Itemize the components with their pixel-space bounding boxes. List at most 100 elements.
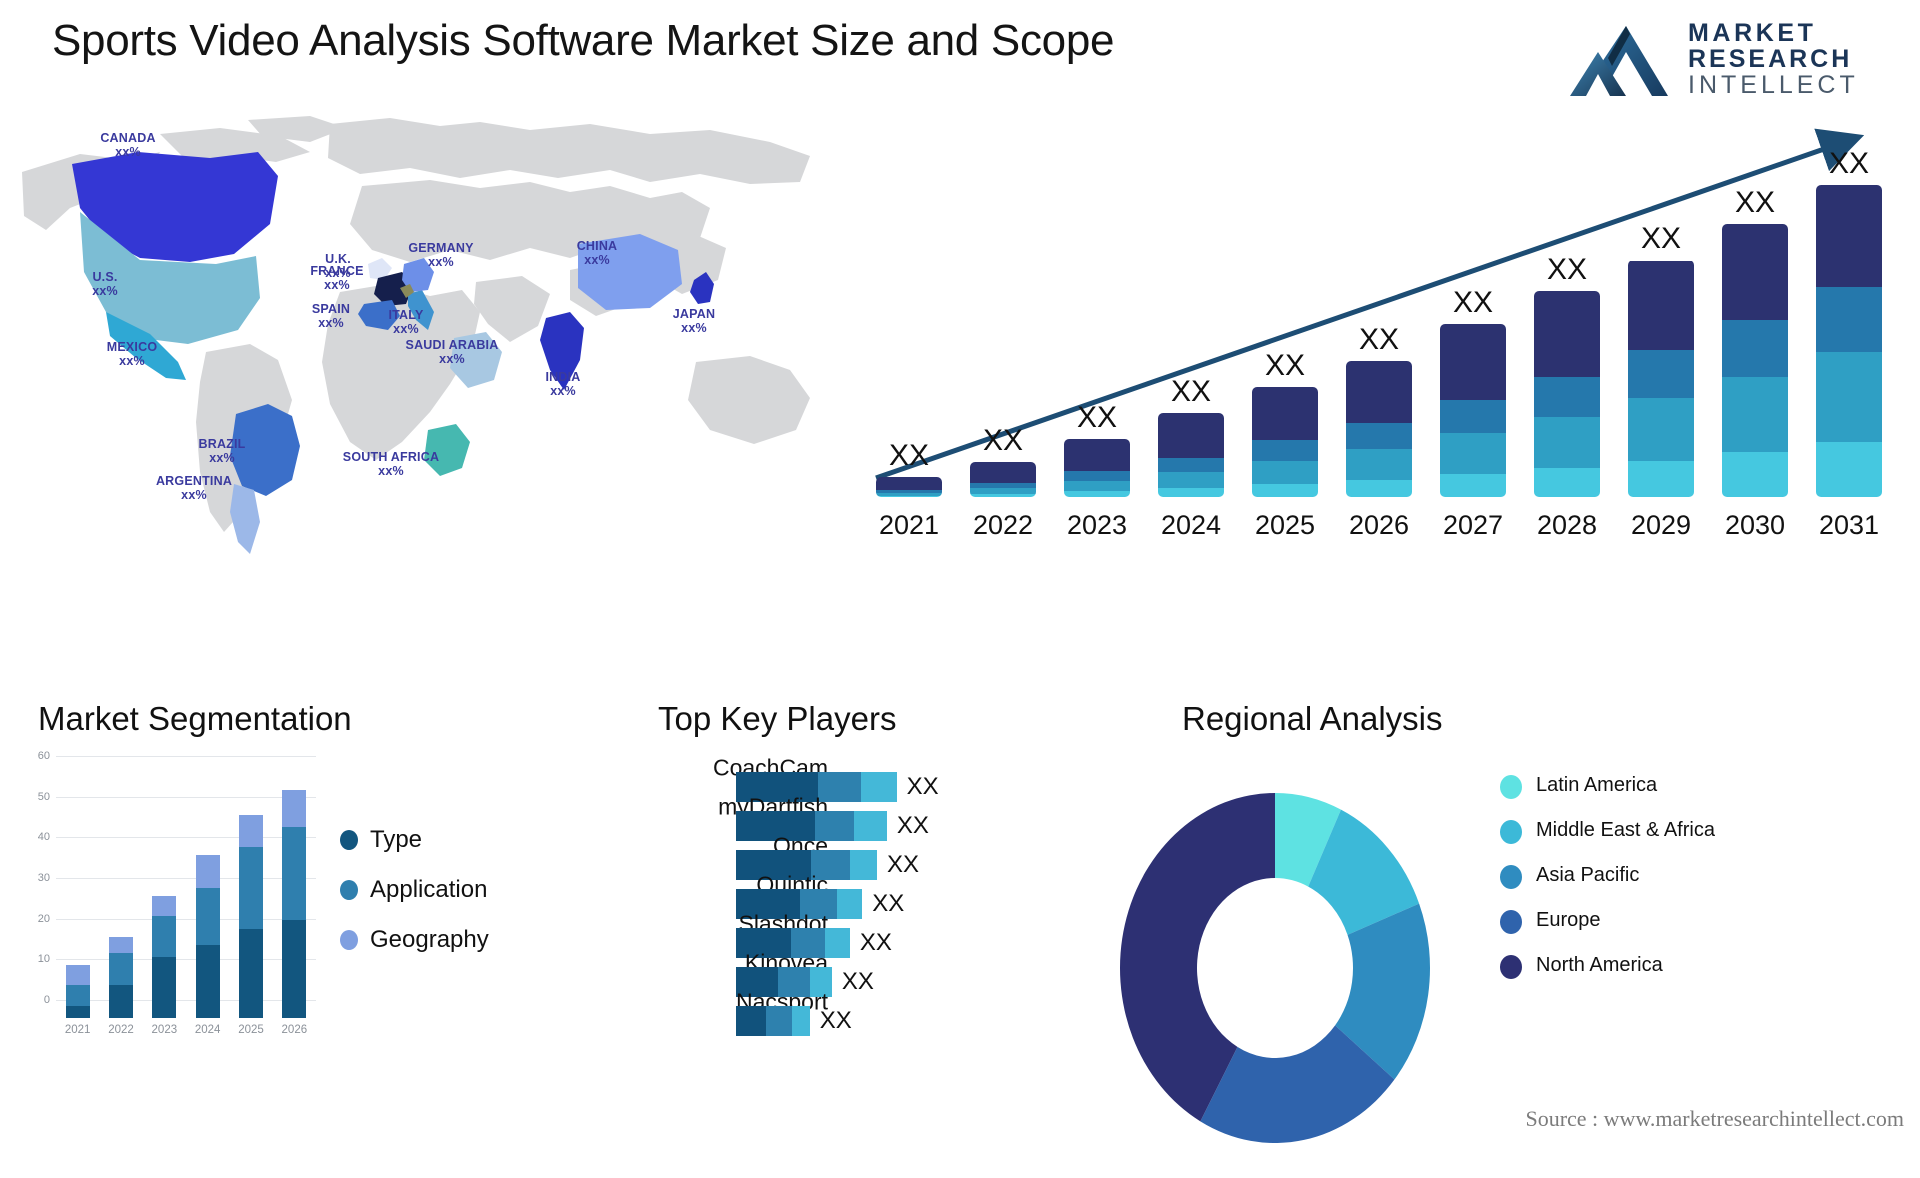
map-label-value: xx% bbox=[209, 451, 235, 465]
map-label-value: xx% bbox=[428, 255, 454, 269]
source-attribution: Source : www.marketresearchintellect.com bbox=[1525, 1106, 1904, 1131]
map-label-value: xx% bbox=[378, 464, 404, 478]
forecast-bar-segment-segment-3 bbox=[1440, 399, 1506, 434]
map-label-spain: SPAIN xx% bbox=[312, 302, 350, 330]
map-label-country: ITALY bbox=[388, 308, 424, 322]
segmentation-bar-segment-geography bbox=[195, 855, 220, 888]
map-label-country: CHINA bbox=[576, 239, 618, 253]
forecast-bar-segment-segment-4 bbox=[1158, 472, 1224, 489]
map-label-india: INDIA xx% bbox=[545, 370, 580, 398]
market-segmentation-legend: Type Application Geography bbox=[340, 826, 489, 976]
forecast-bar-segment-segment-5-light bbox=[1158, 488, 1224, 497]
map-label-germany: GERMANY xx% bbox=[408, 241, 473, 269]
legend-dot-icon bbox=[340, 930, 358, 950]
map-label-country: JAPAN bbox=[672, 307, 716, 321]
regional-legend-label: North America bbox=[1536, 954, 1663, 976]
key-player-bar-segment-seg-light bbox=[854, 811, 887, 841]
regional-analysis-title: Regional Analysis bbox=[1182, 700, 1443, 737]
map-label-value: xx% bbox=[584, 253, 610, 267]
key-player-value-label: XX bbox=[886, 851, 919, 878]
forecast-bar-segment-segment-2-dark bbox=[970, 462, 1036, 483]
forecast-bar-value-label: XX bbox=[1170, 374, 1211, 408]
legend-dot-icon bbox=[1500, 820, 1522, 844]
map-label-value: xx% bbox=[318, 316, 344, 330]
map-label-country: BRAZIL bbox=[198, 437, 246, 451]
forecast-bar-segment-segment-3 bbox=[1064, 470, 1130, 482]
market-segmentation-title: Market Segmentation bbox=[38, 700, 352, 737]
map-label-country: SPAIN bbox=[311, 302, 351, 316]
forecast-bar-value-label: XX bbox=[1076, 400, 1117, 434]
map-label-canada: CANADA xx% bbox=[100, 131, 155, 159]
segmentation-y-tick: 60 bbox=[37, 750, 50, 762]
forecast-bar-segment-segment-3 bbox=[1252, 440, 1318, 461]
regional-legend-item: Europe bbox=[1500, 909, 1715, 934]
forecast-bar-value-label: XX bbox=[1264, 348, 1305, 382]
segmentation-x-tick: 2025 bbox=[238, 1024, 264, 1036]
segmentation-gridline bbox=[56, 1000, 316, 1001]
segmentation-bar-segment-application bbox=[239, 847, 263, 929]
key-player-bar-segment-seg-dark bbox=[736, 1006, 766, 1036]
segmentation-y-tick: 30 bbox=[37, 872, 50, 884]
forecast-bar bbox=[1816, 185, 1882, 497]
segmentation-bar bbox=[239, 774, 263, 1018]
key-player-value-label: XX bbox=[859, 929, 892, 956]
forecast-bar-group: XX bbox=[1628, 185, 1694, 497]
segmentation-gridline bbox=[56, 796, 316, 798]
key-player-bar-segment-seg-light bbox=[849, 850, 877, 880]
map-label-country: GERMANY bbox=[408, 241, 474, 255]
map-label-value: xx% bbox=[181, 488, 207, 502]
segmentation-bar-segment-type bbox=[109, 985, 133, 1018]
map-label-argentina: ARGENTINA xx% bbox=[156, 474, 232, 502]
segmentation-x-tick: 2022 bbox=[108, 1024, 134, 1036]
forecast-bar-value-label: XX bbox=[1828, 147, 1869, 180]
segmentation-y-tick: 20 bbox=[37, 912, 50, 925]
forecast-bar bbox=[1722, 224, 1788, 497]
forecast-bar-segment-segment-4 bbox=[1534, 417, 1600, 468]
forecast-year-label: 2030 bbox=[1724, 510, 1786, 540]
map-label-japan: JAPAN xx% bbox=[673, 307, 715, 335]
segmentation-gridline bbox=[56, 878, 316, 879]
segmentation-bar-segment-type bbox=[65, 1005, 90, 1018]
segmentation-gridline bbox=[56, 756, 316, 757]
forecast-bar-segment-segment-3 bbox=[1816, 286, 1882, 352]
segmentation-bar bbox=[65, 774, 90, 1018]
forecast-year-label: 2025 bbox=[1254, 510, 1316, 540]
segmentation-bar-segment-type bbox=[282, 920, 307, 1018]
forecast-bar-segment-segment-5-light bbox=[876, 495, 942, 497]
segmentation-bar-segment-application bbox=[65, 985, 90, 1006]
forecast-bar-value-label: XX bbox=[1546, 252, 1587, 286]
forecast-bar-segment-segment-5-light bbox=[1722, 452, 1788, 497]
forecast-bar-segment-segment-5-light bbox=[1252, 483, 1318, 497]
forecast-year-label: 2026 bbox=[1348, 510, 1410, 540]
forecast-bar-segment-segment-4 bbox=[1064, 481, 1130, 492]
forecast-bar-segment-segment-3 bbox=[1346, 423, 1412, 450]
key-player-bar-segment-seg-light bbox=[860, 772, 897, 802]
key-player-value-label: XX bbox=[841, 968, 874, 995]
regional-legend-item: Asia Pacific bbox=[1500, 864, 1715, 889]
map-country-argentina bbox=[230, 484, 260, 554]
map-label-france: FRANCE xx% bbox=[310, 264, 363, 292]
map-label-country: SAUDI ARABIA bbox=[405, 338, 499, 352]
map-label-country: SOUTH AFRICA bbox=[342, 450, 440, 464]
forecast-bar-segment-segment-3 bbox=[1534, 376, 1600, 418]
forecast-bar-segment-segment-4 bbox=[1722, 376, 1788, 453]
forecast-bar bbox=[1252, 386, 1318, 497]
segmentation-bar-segment-geography bbox=[109, 936, 133, 953]
forecast-bar-segment-segment-5-light bbox=[1816, 441, 1882, 497]
forecast-bar-segment-segment-2-dark bbox=[876, 476, 942, 490]
map-label-country: U.S. bbox=[92, 270, 118, 284]
map-label-country: INDIA bbox=[545, 370, 581, 384]
map-label-mexico: MEXICO xx% bbox=[107, 340, 158, 368]
forecast-bar-segment-segment-4 bbox=[1440, 433, 1506, 474]
segmentation-gridline bbox=[56, 837, 316, 839]
forecast-year-label: 2021 bbox=[878, 510, 940, 540]
segmentation-gridline bbox=[56, 918, 316, 920]
forecast-bar-segment-segment-2-dark bbox=[1816, 185, 1882, 287]
forecast-bar-segment-segment-2-dark bbox=[1064, 439, 1130, 471]
key-player-bar-segment-seg-light bbox=[825, 928, 850, 958]
forecast-year-label: 2023 bbox=[1066, 510, 1128, 540]
forecast-bar bbox=[1346, 360, 1412, 497]
forecast-bar-group: XX bbox=[970, 185, 1036, 497]
forecast-bar-segment-segment-2-dark bbox=[1628, 260, 1694, 351]
logo-mountain-icon bbox=[1570, 26, 1668, 96]
